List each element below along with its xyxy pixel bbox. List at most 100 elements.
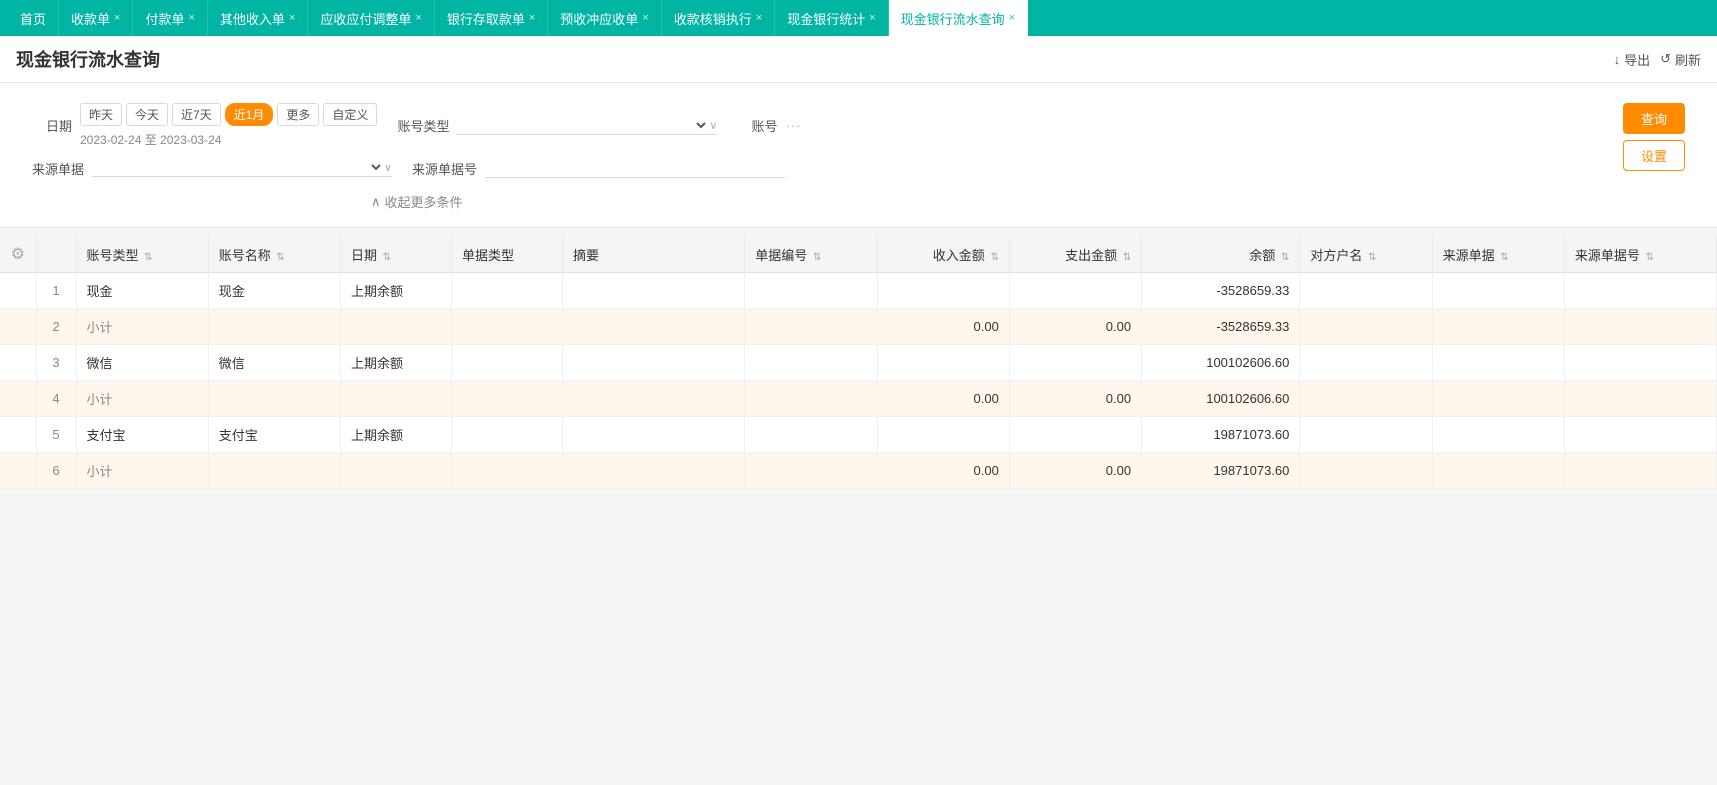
table-col-income[interactable]: 收入金额 ⇅ [877,236,1009,273]
nav-close-receipt[interactable]: × [114,12,120,24]
account-type-label: 账号类型 [397,116,449,135]
table-cell: 1 [36,273,76,309]
date-btn-today[interactable]: 今天 [126,103,168,126]
table-cell [1432,309,1564,345]
settings-button[interactable]: 设置 [1623,140,1685,171]
table-row: 6小计0.000.0019871073.60 [0,453,1717,489]
account-type-select[interactable] [457,117,709,134]
table-col-doc-no[interactable]: 单据编号 ⇅ [745,236,877,273]
date-btn-7days[interactable]: 近7天 [172,103,221,126]
collapse-btn[interactable]: ∧ 收起更多条件 [32,188,801,215]
date-filter-group: 日期 昨天 今天 近7天 近1月 更多 自定义 2023-02-24 至 202… [32,103,377,148]
table-cell [562,273,744,309]
nav-advance-offset[interactable]: 预收冲应收单 × [548,0,661,36]
table-cell: 19871073.60 [1142,417,1300,453]
nav-cash-bank-stat[interactable]: 现金银行统计 × [775,0,888,36]
table-cell: 100102606.60 [1142,345,1300,381]
table-cell [877,345,1009,381]
data-table: ⚙ 账号类型 ⇅ 账号名称 ⇅ 日期 ⇅ 单据类型 [0,236,1717,489]
nav-receipt[interactable]: 收款单 × [59,0,133,36]
source-doc-chevron-icon: ∨ [384,161,392,174]
table-cell: 6 [36,453,76,489]
table-cell: 0.00 [1009,453,1141,489]
nav-close-payment[interactable]: × [188,12,194,24]
date-btn-custom[interactable]: 自定义 [323,103,377,126]
table-cell [745,381,877,417]
nav-other-income[interactable]: 其他收入单 × [208,0,308,36]
source-doc-no-input[interactable] [485,158,785,178]
table-cell [208,309,340,345]
table-cell [341,381,452,417]
sort-icon-balance: ⇅ [1281,252,1289,263]
sort-icon-counterparty: ⇅ [1368,252,1376,263]
nav-close-bank-deposit[interactable]: × [529,12,535,24]
export-button[interactable]: ↓ 导出 [1614,50,1651,69]
table-row: 2小计0.000.00-3528659.33 [0,309,1717,345]
account-type-filter-group: 账号类型 ∨ [397,116,717,135]
table-cell [877,273,1009,309]
nav-close-cash-bank-flow[interactable]: × [1009,12,1015,24]
sort-icon-date: ⇅ [383,252,391,263]
source-doc-select[interactable] [92,159,384,176]
table-cell: -3528659.33 [1142,309,1300,345]
table-cell: 4 [36,381,76,417]
table-col-expense[interactable]: 支出金额 ⇅ [1009,236,1141,273]
table-cell [1300,381,1432,417]
filter-row-2: 来源单据 ∨ 来源单据号 [32,158,801,178]
date-btn-more[interactable]: 更多 [277,103,319,126]
table-cell [208,453,340,489]
gear-icon[interactable]: ⚙ [11,246,25,263]
table-col-source-doc[interactable]: 来源单据 ⇅ [1432,236,1564,273]
nav-close-advance-offset[interactable]: × [642,12,648,24]
nav-home[interactable]: 首页 [8,0,59,36]
table-col-source-doc-no[interactable]: 来源单据号 ⇅ [1564,236,1716,273]
account-type-select-wrapper[interactable]: ∨ [457,117,717,135]
table-cell [1432,381,1564,417]
nav-ar-ap-adjust[interactable]: 应收应付调整单 × [308,0,434,36]
table-cell [1432,453,1564,489]
date-btn-1month[interactable]: 近1月 [225,103,274,126]
page-title: 现金银行流水查询 [16,46,160,72]
table-col-settings[interactable]: ⚙ [0,236,36,273]
table-cell [0,417,36,453]
nav-close-receipt-verify[interactable]: × [756,12,762,24]
table-cell [451,381,562,417]
source-doc-filter-group: 来源单据 ∨ [32,159,392,178]
page-header: 现金银行流水查询 ↓ 导出 ↺ 刷新 [0,36,1717,83]
nav-close-ar-ap-adjust[interactable]: × [415,12,421,24]
table-cell [208,381,340,417]
filter-main-row: 日期 昨天 今天 近7天 近1月 更多 自定义 2023-02-24 至 202… [16,95,1701,215]
table-col-account-name[interactable]: 账号名称 ⇅ [208,236,340,273]
nav-cash-bank-flow[interactable]: 现金银行流水查询 × [889,0,1028,36]
table-cell [1009,345,1141,381]
table-cell [1300,273,1432,309]
table-cell [1564,453,1716,489]
table-col-balance[interactable]: 余额 ⇅ [1142,236,1300,273]
nav-receipt-verify[interactable]: 收款核销执行 × [662,0,775,36]
table-col-account-type[interactable]: 账号类型 ⇅ [76,236,208,273]
table-cell [451,345,562,381]
source-doc-select-wrapper[interactable]: ∨ [92,159,392,177]
table-col-date[interactable]: 日期 ⇅ [341,236,452,273]
sort-icon-source-doc: ⇅ [1500,252,1508,263]
nav-payment[interactable]: 付款单 × [133,0,207,36]
nav-bank-deposit[interactable]: 银行存取款单 × [435,0,548,36]
nav-close-other-income[interactable]: × [289,12,295,24]
table-cell [877,417,1009,453]
sort-icon-doc-no: ⇅ [813,252,821,263]
table-cell [1564,309,1716,345]
table-cell: 小计 [76,309,208,345]
table-cell: 19871073.60 [1142,453,1300,489]
table-cell: 0.00 [877,309,1009,345]
account-ellipsis-btn[interactable]: ··· [785,118,801,133]
table-cell [1300,345,1432,381]
table-cell [451,273,562,309]
date-btn-yesterday[interactable]: 昨天 [80,103,122,126]
refresh-button[interactable]: ↺ 刷新 [1660,50,1701,69]
nav-close-cash-bank-stat[interactable]: × [869,12,875,24]
table-cell: 100102606.60 [1142,381,1300,417]
table-col-counterparty[interactable]: 对方户名 ⇅ [1300,236,1432,273]
table-cell: -3528659.33 [1142,273,1300,309]
sort-icon-income: ⇅ [990,252,998,263]
query-button[interactable]: 查询 [1623,103,1685,134]
